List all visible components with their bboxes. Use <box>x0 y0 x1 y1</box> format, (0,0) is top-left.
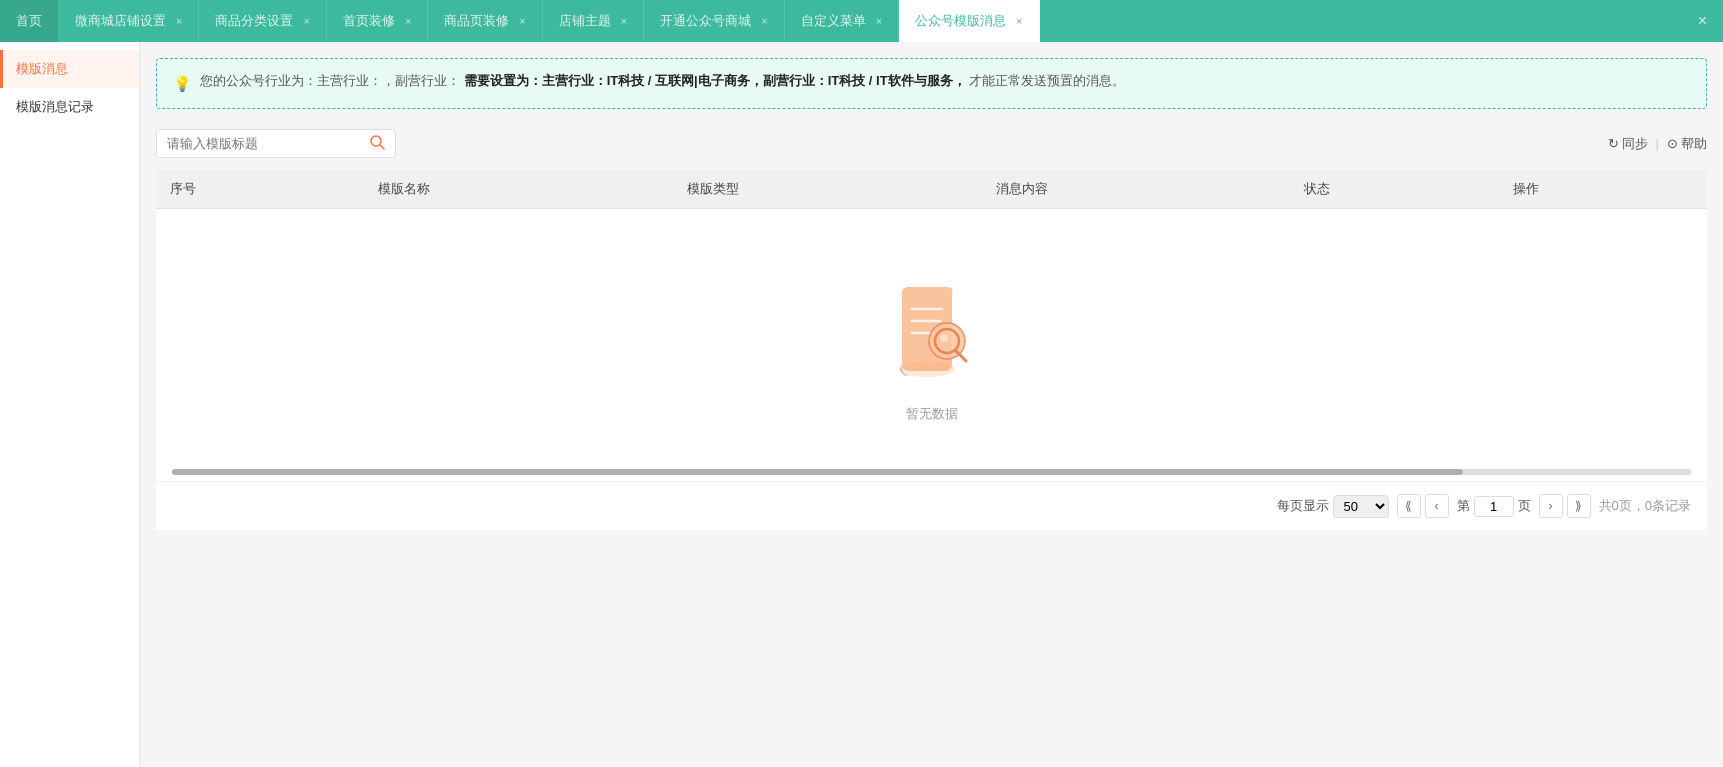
svg-point-9 <box>940 334 948 342</box>
col-seq: 序号 <box>156 170 364 209</box>
page-size-label: 每页显示 <box>1277 497 1329 515</box>
tab-home-label: 首页 <box>16 12 42 30</box>
pagination: 每页显示 10 20 50 100 ⟪ ‹ <box>156 481 1707 530</box>
sync-label: 同步 <box>1622 135 1648 153</box>
sidebar-item-template-msg[interactable]: 模版消息 <box>0 50 139 88</box>
page-unit-label: 页 <box>1518 497 1531 515</box>
page-input: 第 页 <box>1457 496 1531 517</box>
sidebar-item-template-msg-label: 模版消息 <box>16 61 68 76</box>
next-page-btn[interactable]: › <box>1539 494 1563 518</box>
scrollbar-track[interactable] <box>172 469 1691 475</box>
search-input-wrap <box>156 129 396 158</box>
scrollbar-thumb <box>172 469 1463 475</box>
tab-template-msg-close[interactable]: × <box>1016 15 1022 27</box>
help-label: 帮助 <box>1681 135 1707 153</box>
tab-category-label: 商品分类设置 <box>215 12 293 30</box>
empty-state: 暂无数据 <box>156 209 1707 463</box>
notice-prefix: 您的公众号行业为：主营行业：，副营行业： <box>200 73 460 88</box>
table-header-row: 序号 模版名称 模版类型 消息内容 状态 操作 <box>156 170 1707 209</box>
tab-template-msg[interactable]: 公众号模版消息 × <box>899 0 1039 42</box>
prev-page-icon: ‹ <box>1435 499 1439 513</box>
first-page-icon: ⟪ <box>1405 499 1412 513</box>
search-bar: ↻ 同步 | ⊙ 帮助 <box>156 129 1707 158</box>
tab-category[interactable]: 商品分类设置 × <box>199 0 326 42</box>
tab-custom-menu[interactable]: 自定义菜单 × <box>785 0 899 42</box>
tab-close-all-btn[interactable]: × <box>1682 0 1723 42</box>
page-nav: ⟪ ‹ <box>1397 494 1449 518</box>
notice-text: 您的公众号行业为：主营行业：，副营行业： 需要设置为：主营行业：IT科技 / 互… <box>200 71 1125 92</box>
total-info: 共0页，0条记录 <box>1599 497 1691 515</box>
toolbar-right: ↻ 同步 | ⊙ 帮助 <box>1608 135 1707 153</box>
page-size-dropdown[interactable]: 10 20 50 100 <box>1333 495 1389 518</box>
notice-highlight: 需要设置为：主营行业：IT科技 / 互联网|电子商务，副营行业：IT科技 / I… <box>464 73 966 88</box>
tab-open-mall[interactable]: 开通公众号商城 × <box>644 0 784 42</box>
col-status: 状态 <box>1290 170 1498 209</box>
tab-home[interactable]: 首页 <box>0 0 59 42</box>
data-table: 序号 模版名称 模版类型 消息内容 状态 操作 <box>156 170 1707 209</box>
col-action: 操作 <box>1499 170 1707 209</box>
search-input[interactable] <box>157 130 360 157</box>
tab-store-theme[interactable]: 店铺主题 × <box>543 0 644 42</box>
sync-button[interactable]: ↻ 同步 <box>1608 135 1648 153</box>
tab-bar: 首页 微商城店铺设置 × 商品分类设置 × 首页装修 × 商品页装修 × 店铺主… <box>0 0 1723 42</box>
scrollbar-area <box>156 463 1707 481</box>
table-wrapper: 序号 模版名称 模版类型 消息内容 状态 操作 <box>156 170 1707 530</box>
tab-custom-menu-close[interactable]: × <box>876 15 882 27</box>
last-page-btn[interactable]: ⟫ <box>1567 494 1591 518</box>
tab-open-mall-close[interactable]: × <box>761 15 767 27</box>
tab-product-decor-close[interactable]: × <box>519 15 525 27</box>
tab-template-msg-label: 公众号模版消息 <box>915 12 1006 30</box>
col-content: 消息内容 <box>982 170 1291 209</box>
page-label: 第 <box>1457 497 1470 515</box>
empty-icon <box>872 269 992 389</box>
content-area: 💡 您的公众号行业为：主营行业：，副营行业： 需要设置为：主营行业：IT科技 /… <box>140 42 1723 767</box>
last-page-icon: ⟫ <box>1575 499 1582 513</box>
sidebar: 模版消息 模版消息记录 <box>0 42 140 767</box>
help-button[interactable]: ⊙ 帮助 <box>1667 135 1707 153</box>
main-layout: 模版消息 模版消息记录 💡 您的公众号行业为：主营行业：，副营行业： 需要设置为… <box>0 42 1723 767</box>
tab-wechat-shop[interactable]: 微商城店铺设置 × <box>59 0 199 42</box>
help-icon: ⊙ <box>1667 136 1678 151</box>
empty-text: 暂无数据 <box>156 405 1707 423</box>
tab-wechat-shop-label: 微商城店铺设置 <box>75 12 166 30</box>
tab-home-decor[interactable]: 首页装修 × <box>327 0 428 42</box>
tab-custom-menu-label: 自定义菜单 <box>801 12 866 30</box>
col-name: 模版名称 <box>364 170 673 209</box>
notice-suffix: 才能正常发送预置的消息。 <box>969 73 1125 88</box>
tab-open-mall-label: 开通公众号商城 <box>660 12 751 30</box>
page-nav-next: › ⟫ <box>1539 494 1591 518</box>
prev-page-btn[interactable]: ‹ <box>1425 494 1449 518</box>
col-type: 模版类型 <box>673 170 982 209</box>
tab-store-theme-label: 店铺主题 <box>559 12 611 30</box>
tab-product-decor-label: 商品页装修 <box>444 12 509 30</box>
tab-wechat-shop-close[interactable]: × <box>176 15 182 27</box>
toolbar-divider: | <box>1656 136 1659 151</box>
tab-home-decor-close[interactable]: × <box>405 15 411 27</box>
tab-product-decor[interactable]: 商品页装修 × <box>428 0 542 42</box>
search-button[interactable] <box>360 135 395 153</box>
next-page-icon: › <box>1549 499 1553 513</box>
sidebar-item-template-msg-record-label: 模版消息记录 <box>16 99 94 114</box>
tab-category-close[interactable]: × <box>303 15 309 27</box>
sidebar-item-template-msg-record[interactable]: 模版消息记录 <box>0 88 139 126</box>
notice-box: 💡 您的公众号行业为：主营行业：，副营行业： 需要设置为：主营行业：IT科技 /… <box>156 58 1707 109</box>
page-size-select: 每页显示 10 20 50 100 <box>1277 495 1389 518</box>
bulb-icon: 💡 <box>173 72 192 96</box>
tab-home-decor-label: 首页装修 <box>343 12 395 30</box>
page-number-input[interactable] <box>1474 496 1514 517</box>
first-page-btn[interactable]: ⟪ <box>1397 494 1421 518</box>
svg-line-1 <box>380 145 384 149</box>
tab-store-theme-close[interactable]: × <box>621 15 627 27</box>
sync-icon: ↻ <box>1608 136 1619 151</box>
